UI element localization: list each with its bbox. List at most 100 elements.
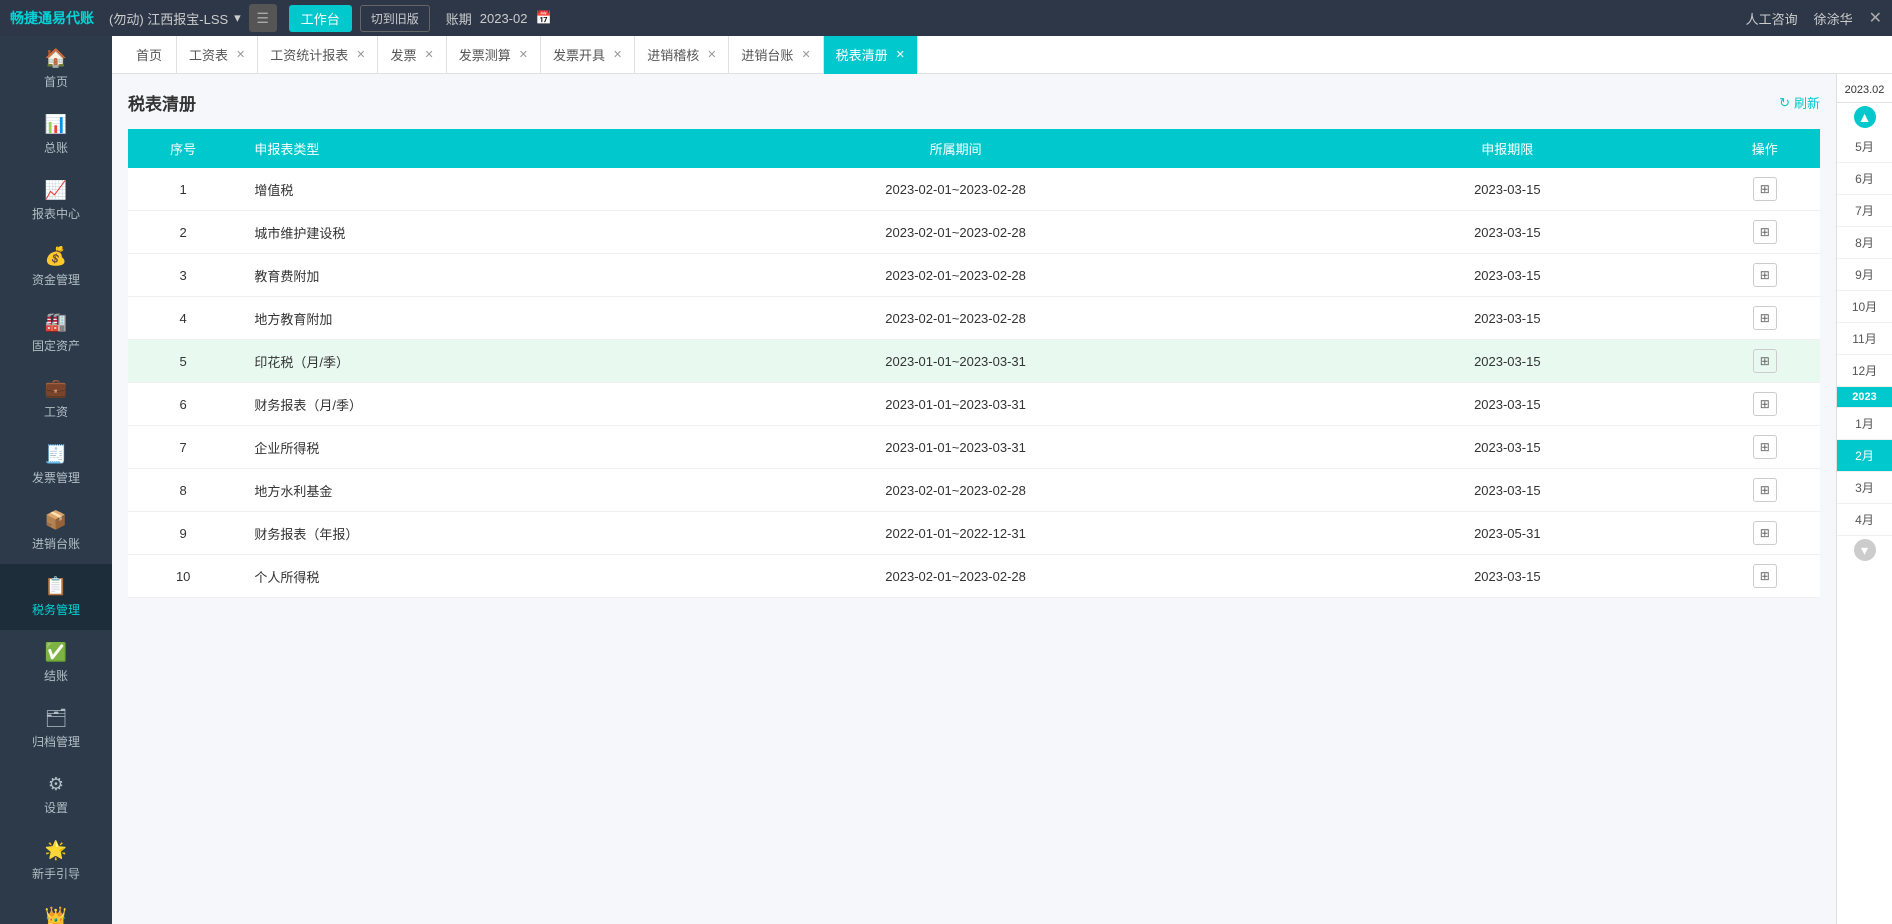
col-action: 操作: [1710, 129, 1820, 168]
sidebar-item-purchase[interactable]: 📦 进销台账: [0, 498, 112, 564]
cell-action: ⊞: [1710, 555, 1820, 598]
tab-invoice-calc-close[interactable]: ✕: [519, 48, 528, 61]
tab-sales-ledger-close[interactable]: ✕: [801, 48, 810, 61]
tab-sales-audit[interactable]: 进销稽核 ✕: [635, 36, 729, 74]
cell-type: 地方水利基金: [238, 469, 606, 512]
tab-sales-audit-label: 进销稽核: [647, 45, 699, 64]
tab-tax-list-label: 税表清册: [836, 45, 888, 64]
tab-invoice-issue-close[interactable]: ✕: [613, 48, 622, 61]
tax-table: 序号 申报表类型 所属期间 申报期限 操作 1 增值税 2023-02-01~2…: [128, 129, 1820, 598]
tab-invoice[interactable]: 发票 ✕: [378, 36, 446, 74]
tab-invoice-label: 发票: [390, 45, 416, 64]
user-service[interactable]: 人工咨询: [1746, 9, 1798, 28]
sidebar-item-guide[interactable]: 🌟 新手引导: [0, 828, 112, 894]
close-icon[interactable]: ✕: [1869, 8, 1882, 28]
cell-period: 2023-01-01~2023-03-31: [606, 383, 1305, 426]
action-doc-icon[interactable]: ⊞: [1753, 306, 1777, 330]
month-9[interactable]: 9月: [1837, 259, 1892, 291]
tab-tax-list[interactable]: 税表清册 ✕: [824, 36, 918, 74]
asset-icon: 🏭: [45, 312, 67, 333]
action-doc-icon[interactable]: ⊞: [1753, 177, 1777, 201]
month-12[interactable]: 12月: [1837, 355, 1892, 387]
sidebar-label-invoice: 发票管理: [32, 469, 80, 486]
cell-type: 个人所得税: [238, 555, 606, 598]
month-3[interactable]: 3月: [1837, 472, 1892, 504]
cell-deadline: 2023-03-15: [1305, 297, 1710, 340]
sidebar-item-ledger[interactable]: 📊 总账: [0, 102, 112, 168]
month-7[interactable]: 7月: [1837, 195, 1892, 227]
cell-type: 地方教育附加: [238, 297, 606, 340]
table-row: 7 企业所得税 2023-01-01~2023-03-31 2023-03-15…: [128, 426, 1820, 469]
action-doc-icon[interactable]: ⊞: [1753, 564, 1777, 588]
sidebar-item-invoice[interactable]: 🧾 发票管理: [0, 432, 112, 498]
calendar-down-button[interactable]: ▾: [1854, 539, 1876, 561]
workbench-button[interactable]: 工作台: [289, 5, 352, 32]
tab-tax-list-close[interactable]: ✕: [896, 48, 905, 61]
cell-action: ⊞: [1710, 469, 1820, 512]
settle-icon: ✅: [45, 642, 67, 663]
calendar-icon[interactable]: 📅: [535, 10, 551, 26]
sidebar-item-fund[interactable]: 💰 资金管理: [0, 234, 112, 300]
sidebar-item-tax[interactable]: 📋 税务管理: [0, 564, 112, 630]
tab-home[interactable]: 首页: [122, 36, 177, 74]
tab-salary-stats-close[interactable]: ✕: [356, 48, 365, 61]
archive-icon: 🗂: [45, 708, 68, 729]
month-5[interactable]: 5月: [1837, 131, 1892, 163]
action-doc-icon[interactable]: ⊞: [1753, 521, 1777, 545]
tab-salary-table[interactable]: 工资表 ✕: [177, 36, 258, 74]
month-10[interactable]: 10月: [1837, 291, 1892, 323]
year-2023-label: 2023: [1837, 387, 1892, 408]
refresh-button[interactable]: ↻ 刷新: [1779, 93, 1820, 112]
sidebar-item-asset[interactable]: 🏭 固定资产: [0, 300, 112, 366]
cell-deadline: 2023-03-15: [1305, 469, 1710, 512]
action-doc-icon[interactable]: ⊞: [1753, 263, 1777, 287]
page-main: 税表清册 ↻ 刷新 序号 申报表类型 所属期间 申报期限 操作: [112, 74, 1836, 924]
tab-invoice-calc[interactable]: 发票测算 ✕: [447, 36, 541, 74]
tab-invoice-close[interactable]: ✕: [425, 48, 434, 61]
sidebar-item-salary[interactable]: 💼 工资: [0, 366, 112, 432]
sidebar-label-tax: 税务管理: [32, 601, 80, 618]
sidebar-label-purchase: 进销台账: [32, 535, 80, 552]
tab-salary-stats[interactable]: 工资统计报表 ✕: [258, 36, 378, 74]
action-doc-icon[interactable]: ⊞: [1753, 392, 1777, 416]
table-row: 10 个人所得税 2023-02-01~2023-02-28 2023-03-1…: [128, 555, 1820, 598]
sidebar-item-home[interactable]: 🏠 首页: [0, 36, 112, 102]
sidebar-item-member[interactable]: 👑 畅会员: [0, 894, 112, 924]
tab-sales-ledger-label: 进销台账: [741, 45, 793, 64]
tab-salary-close[interactable]: ✕: [236, 48, 245, 61]
table-row: 1 增值税 2023-02-01~2023-02-28 2023-03-15 ⊞: [128, 168, 1820, 211]
page-header: 税表清册 ↻ 刷新: [128, 90, 1820, 115]
action-doc-icon[interactable]: ⊞: [1753, 435, 1777, 459]
tab-sales-ledger[interactable]: 进销台账 ✕: [729, 36, 823, 74]
invoice-icon: 🧾: [45, 444, 67, 465]
month-8[interactable]: 8月: [1837, 227, 1892, 259]
tab-home-label: 首页: [136, 45, 162, 64]
sidebar-item-settings[interactable]: ⚙ 设置: [0, 762, 112, 828]
company-selector[interactable]: (勿动) 江西报宝-LSS ▾: [109, 9, 241, 28]
action-doc-icon[interactable]: ⊞: [1753, 349, 1777, 373]
guide-icon: 🌟: [45, 840, 67, 861]
sidebar-label-salary: 工资: [44, 403, 68, 420]
tab-sales-audit-close[interactable]: ✕: [707, 48, 716, 61]
switch-old-button[interactable]: 切到旧版: [360, 5, 430, 32]
tab-invoice-issue[interactable]: 发票开具 ✕: [541, 36, 635, 74]
sidebar-item-settle[interactable]: ✅ 结账: [0, 630, 112, 696]
cell-type: 财务报表（月/季）: [238, 383, 606, 426]
cell-type: 印花税（月/季）: [238, 340, 606, 383]
action-doc-icon[interactable]: ⊞: [1753, 478, 1777, 502]
month-6[interactable]: 6月: [1837, 163, 1892, 195]
calendar-up-button[interactable]: ▲: [1854, 106, 1876, 128]
cell-type: 财务报表（年报）: [238, 512, 606, 555]
month-2[interactable]: 2月: [1837, 440, 1892, 472]
cell-no: 2: [128, 211, 238, 254]
month-4[interactable]: 4月: [1837, 504, 1892, 536]
month-1[interactable]: 1月: [1837, 408, 1892, 440]
sidebar-item-archive[interactable]: 🗂 归档管理: [0, 696, 112, 762]
action-doc-icon[interactable]: ⊞: [1753, 220, 1777, 244]
company-icon-btn[interactable]: ☰: [249, 4, 277, 32]
month-11[interactable]: 11月: [1837, 323, 1892, 355]
sidebar-item-report[interactable]: 📈 报表中心: [0, 168, 112, 234]
cell-no: 10: [128, 555, 238, 598]
salary-icon: 💼: [45, 378, 67, 399]
cell-no: 7: [128, 426, 238, 469]
